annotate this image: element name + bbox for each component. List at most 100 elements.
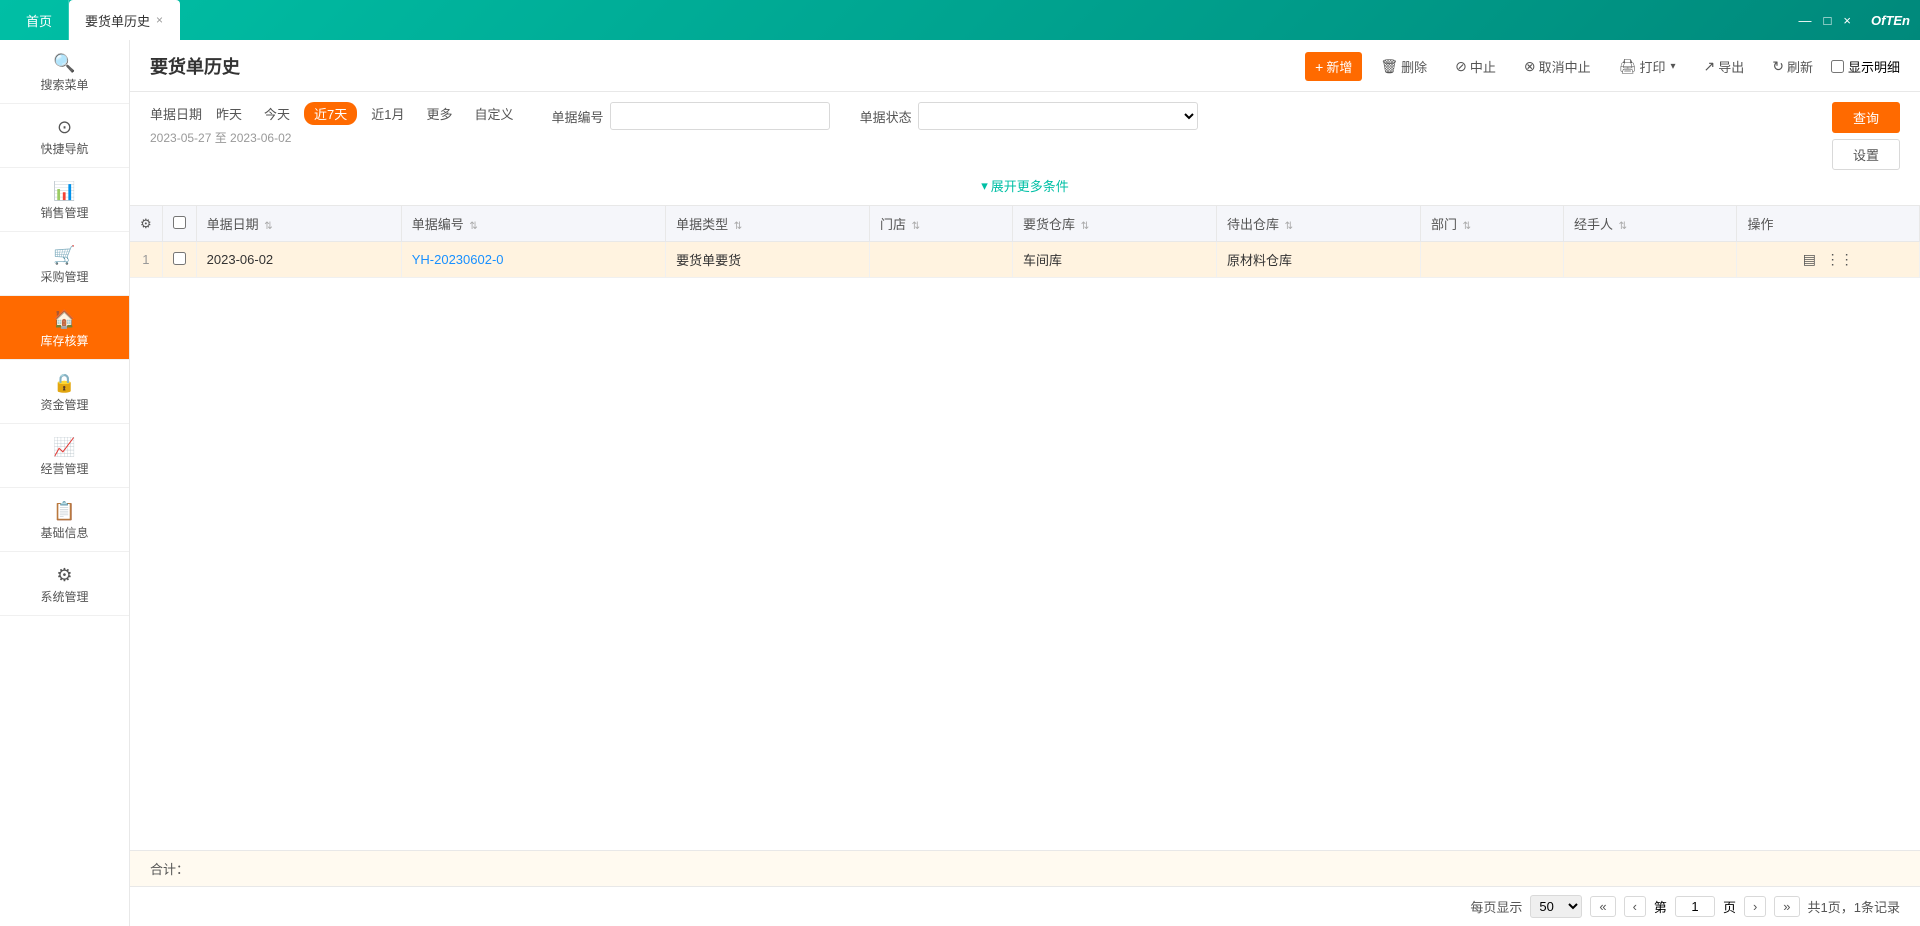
col-bill-type[interactable]: 单据类型 ⇅: [666, 206, 870, 242]
cancel-stop-icon: ⊗: [1524, 58, 1536, 75]
expand-filter-button[interactable]: ▾ 展开更多条件: [981, 176, 1069, 195]
tab-home[interactable]: 首页: [10, 0, 69, 40]
query-button[interactable]: 查询: [1832, 102, 1900, 133]
sidebar-item-sales-label: 销售管理: [40, 204, 88, 221]
window-close[interactable]: ×: [1843, 13, 1851, 28]
settings-button[interactable]: 设置: [1832, 139, 1900, 170]
next-page-button[interactable]: ›: [1744, 896, 1766, 917]
date-btn-today[interactable]: 今天: [256, 102, 298, 125]
sidebar-item-system[interactable]: ⚙ 系统管理: [0, 552, 129, 616]
col-handler[interactable]: 经手人 ⇅: [1563, 206, 1736, 242]
filter-row: 单据日期 昨天 今天 近7天 近1月 更多 自定义 2023-05-27 至 2…: [150, 102, 1900, 170]
sidebar-item-purchase[interactable]: 🛒 采购管理: [0, 232, 129, 296]
footer-total-label: 合计：: [150, 859, 189, 878]
sidebar-item-basics-label: 基础信息: [40, 524, 88, 541]
col-checkbox: [162, 206, 196, 242]
row-store: [870, 242, 1013, 278]
export-icon: ↗: [1703, 58, 1715, 75]
col-out-warehouse[interactable]: 待出仓库 ⇅: [1217, 206, 1421, 242]
bill-no-label: 单据编号: [552, 107, 604, 126]
row-ops: ▤ ⋮⋮: [1737, 242, 1920, 278]
show-detail-checkbox[interactable]: [1831, 60, 1844, 73]
main-layout: 🔍 搜索菜单 ⊙ 快捷导航 📊 销售管理 🛒 采购管理 🏠 库存核算 🔒 资金管…: [0, 40, 1920, 926]
inventory-icon: 🏠: [53, 310, 75, 328]
row-checkbox-cell: [162, 242, 196, 278]
date-btn-1month[interactable]: 近1月: [363, 102, 412, 125]
add-label: 新增: [1326, 57, 1352, 76]
sidebar-item-inventory[interactable]: 🏠 库存核算: [0, 296, 129, 360]
date-btn-more[interactable]: 更多: [419, 102, 461, 125]
col-bill-no[interactable]: 单据编号 ⇅: [401, 206, 665, 242]
row-checkbox[interactable]: [173, 252, 186, 265]
tab-close-icon[interactable]: ×: [156, 13, 163, 27]
col-handler-label: 经手人: [1574, 217, 1613, 232]
sidebar-item-basics[interactable]: 📋 基础信息: [0, 488, 129, 552]
view-detail-icon[interactable]: ▤: [1803, 251, 1816, 267]
col-date[interactable]: 单据日期 ⇅: [196, 206, 401, 242]
delete-button[interactable]: 🗑 删除: [1370, 52, 1437, 81]
row-bill-type: 要货单要货: [666, 242, 870, 278]
col-out-warehouse-label: 待出仓库: [1227, 217, 1279, 232]
sidebar-item-nav[interactable]: ⊙ 快捷导航: [0, 104, 129, 168]
sidebar-item-operations-label: 经营管理: [40, 460, 88, 477]
stop-button[interactable]: ⊘ 中止: [1445, 52, 1506, 81]
more-ops-icon[interactable]: ⋮⋮: [1826, 251, 1854, 267]
show-detail-toggle[interactable]: 显示明细: [1831, 57, 1900, 76]
page-input[interactable]: [1675, 896, 1715, 917]
status-label: 单据状态: [860, 107, 912, 126]
expand-down-icon: ▾: [981, 178, 988, 194]
toolbar: + 新增 🗑 删除 ⊘ 中止 ⊗ 取消中止: [1305, 52, 1900, 81]
col-req-warehouse-sort-icon: ⇅: [1081, 221, 1089, 232]
export-button[interactable]: ↗ 导出: [1693, 52, 1754, 81]
last-page-button[interactable]: »: [1774, 896, 1799, 917]
col-req-warehouse[interactable]: 要货仓库 ⇅: [1013, 206, 1217, 242]
sidebar-item-search[interactable]: 🔍 搜索菜单: [0, 40, 129, 104]
window-restore[interactable]: □: [1824, 13, 1832, 28]
tab-home-label: 首页: [26, 11, 52, 30]
prev-page-button[interactable]: ‹: [1624, 896, 1646, 917]
cancel-stop-label: 取消中止: [1539, 57, 1591, 76]
date-btn-7days[interactable]: 近7天: [304, 102, 357, 125]
table-row[interactable]: 1 2023-06-02 YH-20230602-0 要货单要货 车间库 原材料…: [130, 242, 1920, 278]
print-label: 打印: [1639, 57, 1665, 76]
col-handler-sort-icon: ⇅: [1619, 221, 1627, 232]
table-footer: 合计：: [130, 850, 1920, 886]
page-title: 要货单历史: [150, 53, 240, 79]
nav-icon: ⊙: [57, 118, 72, 136]
add-button[interactable]: + 新增: [1305, 52, 1362, 81]
refresh-icon: ↻: [1772, 58, 1784, 75]
sidebar-item-operations[interactable]: 📈 经营管理: [0, 424, 129, 488]
print-button[interactable]: 🖨 打印 ▾: [1609, 52, 1686, 81]
stop-label: 中止: [1470, 57, 1496, 76]
date-btn-yesterday[interactable]: 昨天: [208, 102, 250, 125]
refresh-button[interactable]: ↻ 刷新: [1762, 52, 1823, 81]
col-settings[interactable]: ⚙: [130, 206, 162, 242]
col-store[interactable]: 门店 ⇅: [870, 206, 1013, 242]
tab-bill-history[interactable]: 要货单历史 ×: [69, 0, 180, 40]
add-icon: +: [1315, 59, 1323, 75]
select-all-checkbox[interactable]: [173, 216, 186, 229]
pagination: 每页显示 20 50 100 « ‹ 第 页 › » 共1页，1条记录: [130, 886, 1920, 926]
operations-icon: 📈: [53, 438, 75, 456]
row-bill-no-link[interactable]: YH-20230602-0: [412, 252, 504, 267]
col-out-warehouse-sort-icon: ⇅: [1285, 221, 1293, 232]
status-select[interactable]: [918, 102, 1198, 130]
sidebar-item-finance[interactable]: 🔒 资金管理: [0, 360, 129, 424]
top-bar: 首页 要货单历史 × — □ × OfTEn: [0, 0, 1920, 40]
sidebar: 🔍 搜索菜单 ⊙ 快捷导航 📊 销售管理 🛒 采购管理 🏠 库存核算 🔒 资金管…: [0, 40, 130, 926]
content-area: 要货单历史 + 新增 🗑 删除 ⊘ 中止: [130, 40, 1920, 926]
window-minimize[interactable]: —: [1799, 13, 1812, 28]
per-page-select[interactable]: 20 50 100: [1530, 895, 1582, 918]
bill-no-input[interactable]: [610, 102, 830, 130]
date-range-display: 2023-05-27 至 2023-06-02: [150, 129, 522, 146]
sidebar-item-sales[interactable]: 📊 销售管理: [0, 168, 129, 232]
first-page-button[interactable]: «: [1590, 896, 1615, 917]
date-filter-col: 单据日期 昨天 今天 近7天 近1月 更多 自定义 2023-05-27 至 2…: [150, 102, 522, 146]
col-dept[interactable]: 部门 ⇅: [1420, 206, 1563, 242]
date-btn-custom[interactable]: 自定义: [467, 102, 522, 125]
page-header: 要货单历史 + 新增 🗑 删除 ⊘ 中止: [130, 40, 1920, 92]
row-bill-no[interactable]: YH-20230602-0: [401, 242, 665, 278]
export-label: 导出: [1718, 57, 1744, 76]
page-goto-suffix: 页: [1723, 897, 1736, 916]
cancel-stop-button[interactable]: ⊗ 取消中止: [1514, 52, 1601, 81]
